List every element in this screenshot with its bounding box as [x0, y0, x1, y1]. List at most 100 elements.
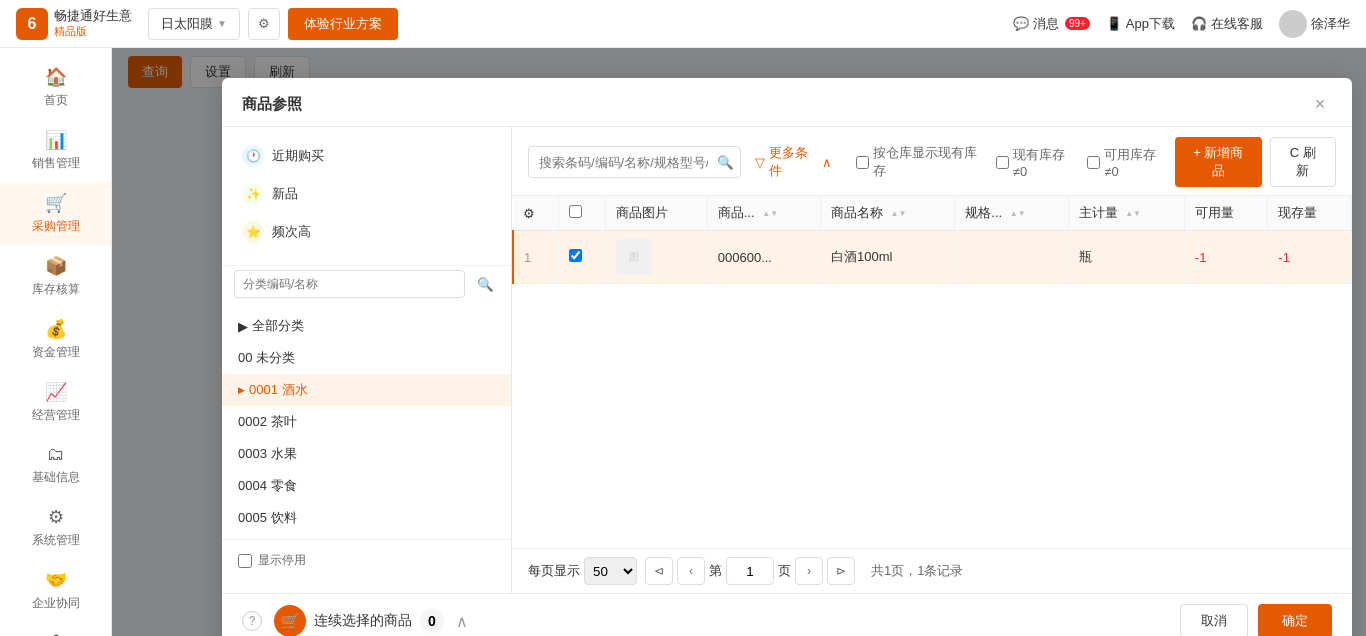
th-checkbox[interactable] — [558, 196, 605, 231]
sidebar-item-guide[interactable]: 🎓 新手引导 — [0, 622, 111, 636]
modal-close-button[interactable]: × — [1308, 92, 1332, 116]
trial-button[interactable]: 体验行业方案 — [288, 8, 398, 40]
quick-new[interactable]: ✨ 新品 — [234, 177, 499, 211]
sidebar-item-enterprise[interactable]: 🤝 企业协同 — [0, 559, 111, 622]
more-conditions-button[interactable]: ▽ 更多条件 ∧ — [747, 146, 840, 178]
message-item[interactable]: 💬 消息 99+ — [1013, 15, 1090, 33]
td-code: 000600... — [707, 231, 820, 284]
td-name: 白酒100ml — [820, 231, 954, 284]
main-area: 查询 设置 刷新 商品参照 × 🕐 近期购买 — [112, 48, 1366, 636]
product-search-input[interactable] — [528, 146, 741, 178]
collapse-icon[interactable]: ∧ — [456, 612, 468, 631]
nav-right: 💬 消息 99+ 📱 App下载 🎧 在线客服 徐泽华 — [1013, 10, 1350, 38]
filter-cb-warehouse[interactable]: 按仓库显示现有库存 — [856, 144, 984, 180]
table-row[interactable]: 1 图 000600... 白酒100ml 瓶 -1 — [513, 231, 1352, 284]
online-service-item[interactable]: 🎧 在线客服 — [1191, 15, 1263, 33]
show-disabled-checkbox[interactable] — [238, 554, 252, 568]
available-checkbox[interactable] — [1087, 156, 1100, 169]
td-image: 图 — [606, 231, 708, 284]
cat-0005[interactable]: 0005 饮料 — [222, 502, 511, 534]
first-page-button[interactable]: ⊲ — [645, 557, 673, 585]
cat-0004[interactable]: 0004 零食 — [222, 470, 511, 502]
prev-page-button[interactable]: ‹ — [677, 557, 705, 585]
chevron-up-icon: ∧ — [822, 155, 832, 170]
cart-area: 🛒 连续选择的商品 0 ∧ — [274, 605, 468, 636]
row-checkbox[interactable] — [569, 249, 582, 262]
th-stock[interactable]: 现存量 — [1268, 196, 1352, 231]
add-product-button[interactable]: + 新增商品 — [1175, 137, 1262, 187]
th-code[interactable]: 商品... ▲▼ — [707, 196, 820, 231]
th-available[interactable]: 可用量 — [1184, 196, 1268, 231]
sidebar-item-sales[interactable]: 📊 销售管理 — [0, 119, 111, 182]
filter-icon: ▽ — [755, 155, 765, 170]
dropdown-arrow-icon: ▼ — [217, 18, 227, 29]
sidebar-item-basicinfo[interactable]: 🗂 基础信息 — [0, 434, 111, 496]
help-icon[interactable]: ? — [242, 611, 262, 631]
product-thumbnail: 图 — [616, 239, 652, 275]
sort-name-icon: ▲▼ — [891, 209, 907, 218]
warehouse-checkbox[interactable] — [856, 156, 869, 169]
category-search-button[interactable]: 🔍 — [471, 270, 499, 298]
th-name[interactable]: 商品名称 ▲▼ — [820, 196, 954, 231]
table-refresh-button[interactable]: C 刷新 — [1270, 137, 1336, 187]
select-all-checkbox[interactable] — [569, 205, 582, 218]
settings-icon[interactable]: ⚙ — [248, 8, 280, 40]
total-info: 共1页，1条记录 — [871, 562, 963, 580]
category-search-input[interactable] — [234, 270, 465, 298]
quick-recent[interactable]: 🕐 近期购买 — [234, 139, 499, 173]
quick-freq[interactable]: ⭐ 频次高 — [234, 215, 499, 249]
basicinfo-icon: 🗂 — [47, 444, 65, 465]
sidebar-item-inventory[interactable]: 📦 库存核算 — [0, 245, 111, 308]
th-settings[interactable]: ⚙ — [513, 196, 558, 231]
sidebar-item-purchase[interactable]: 🛒 采购管理 — [0, 182, 111, 245]
last-page-button[interactable]: ⊳ — [827, 557, 855, 585]
avatar — [1279, 10, 1307, 38]
stock-checkbox[interactable] — [996, 156, 1009, 169]
filter-checkboxes: 按仓库显示现有库存 现有库存≠0 可用库存≠0 — [856, 144, 1167, 180]
cancel-button[interactable]: 取消 — [1180, 604, 1248, 636]
cat-active-icon: ▶ — [238, 385, 245, 395]
next-page-button[interactable]: › — [795, 557, 823, 585]
guide-icon: 🎓 — [45, 632, 67, 636]
message-badge: 99+ — [1065, 17, 1090, 30]
page-number-input[interactable] — [726, 557, 774, 585]
page-label: 第 — [709, 562, 722, 580]
per-page-select[interactable]: 50 10 20 100 — [584, 557, 637, 585]
filter-cb-available[interactable]: 可用库存≠0 — [1087, 146, 1167, 179]
sidebar-label-enterprise: 企业协同 — [32, 595, 80, 612]
cat-0003[interactable]: 0003 水果 — [222, 438, 511, 470]
product-table: ⚙ 商品图片 商品... ▲▼ — [512, 196, 1352, 284]
cat-00[interactable]: 00 未分类 — [222, 342, 511, 374]
sales-icon: 📊 — [45, 129, 67, 151]
user-area[interactable]: 徐泽华 — [1279, 10, 1350, 38]
td-num: 1 — [513, 231, 558, 284]
cat-all[interactable]: ▶ 全部分类 — [222, 310, 511, 342]
modal-title: 商品参照 — [242, 95, 302, 114]
sidebar-label-system: 系统管理 — [32, 532, 80, 549]
td-stock: -1 — [1268, 231, 1352, 284]
table-header: ⚙ 商品图片 商品... ▲▼ — [513, 196, 1352, 231]
store-dropdown[interactable]: 日太阳膜 ▼ — [148, 8, 240, 40]
app-download-item[interactable]: 📱 App下载 — [1106, 15, 1175, 33]
th-spec[interactable]: 规格... ▲▼ — [955, 196, 1068, 231]
sidebar-item-home[interactable]: 🏠 首页 — [0, 56, 111, 119]
filter-cb-stock[interactable]: 现有库存≠0 — [996, 146, 1076, 179]
purchase-icon: 🛒 — [45, 192, 67, 214]
th-unit[interactable]: 主计量 ▲▼ — [1068, 196, 1184, 231]
sidebar-item-system[interactable]: ⚙ 系统管理 — [0, 496, 111, 559]
confirm-button[interactable]: 确定 — [1258, 604, 1332, 636]
right-panel: 🔍 ▽ 更多条件 ∧ 按仓库显示现有库存 — [512, 127, 1352, 593]
new-icon: ✨ — [242, 183, 264, 205]
logo-sub: 精品版 — [54, 24, 132, 39]
sidebar-item-operations[interactable]: 📈 经营管理 — [0, 371, 111, 434]
sort-unit-icon: ▲▼ — [1125, 209, 1141, 218]
product-search-button[interactable]: 🔍 — [713, 148, 740, 176]
show-disabled-label: 显示停用 — [258, 552, 306, 569]
cat-0002[interactable]: 0002 茶叶 — [222, 406, 511, 438]
td-checkbox[interactable] — [558, 231, 605, 284]
sidebar-item-finance[interactable]: 💰 资金管理 — [0, 308, 111, 371]
main-layout: 🏠 首页 📊 销售管理 🛒 采购管理 📦 库存核算 💰 资金管理 📈 经营管理 … — [0, 48, 1366, 636]
cat-0001[interactable]: ▶ 0001 酒水 — [222, 374, 511, 406]
sidebar-label-operations: 经营管理 — [32, 407, 80, 424]
logo-text-area: 畅捷通好生意 精品版 — [54, 8, 132, 39]
